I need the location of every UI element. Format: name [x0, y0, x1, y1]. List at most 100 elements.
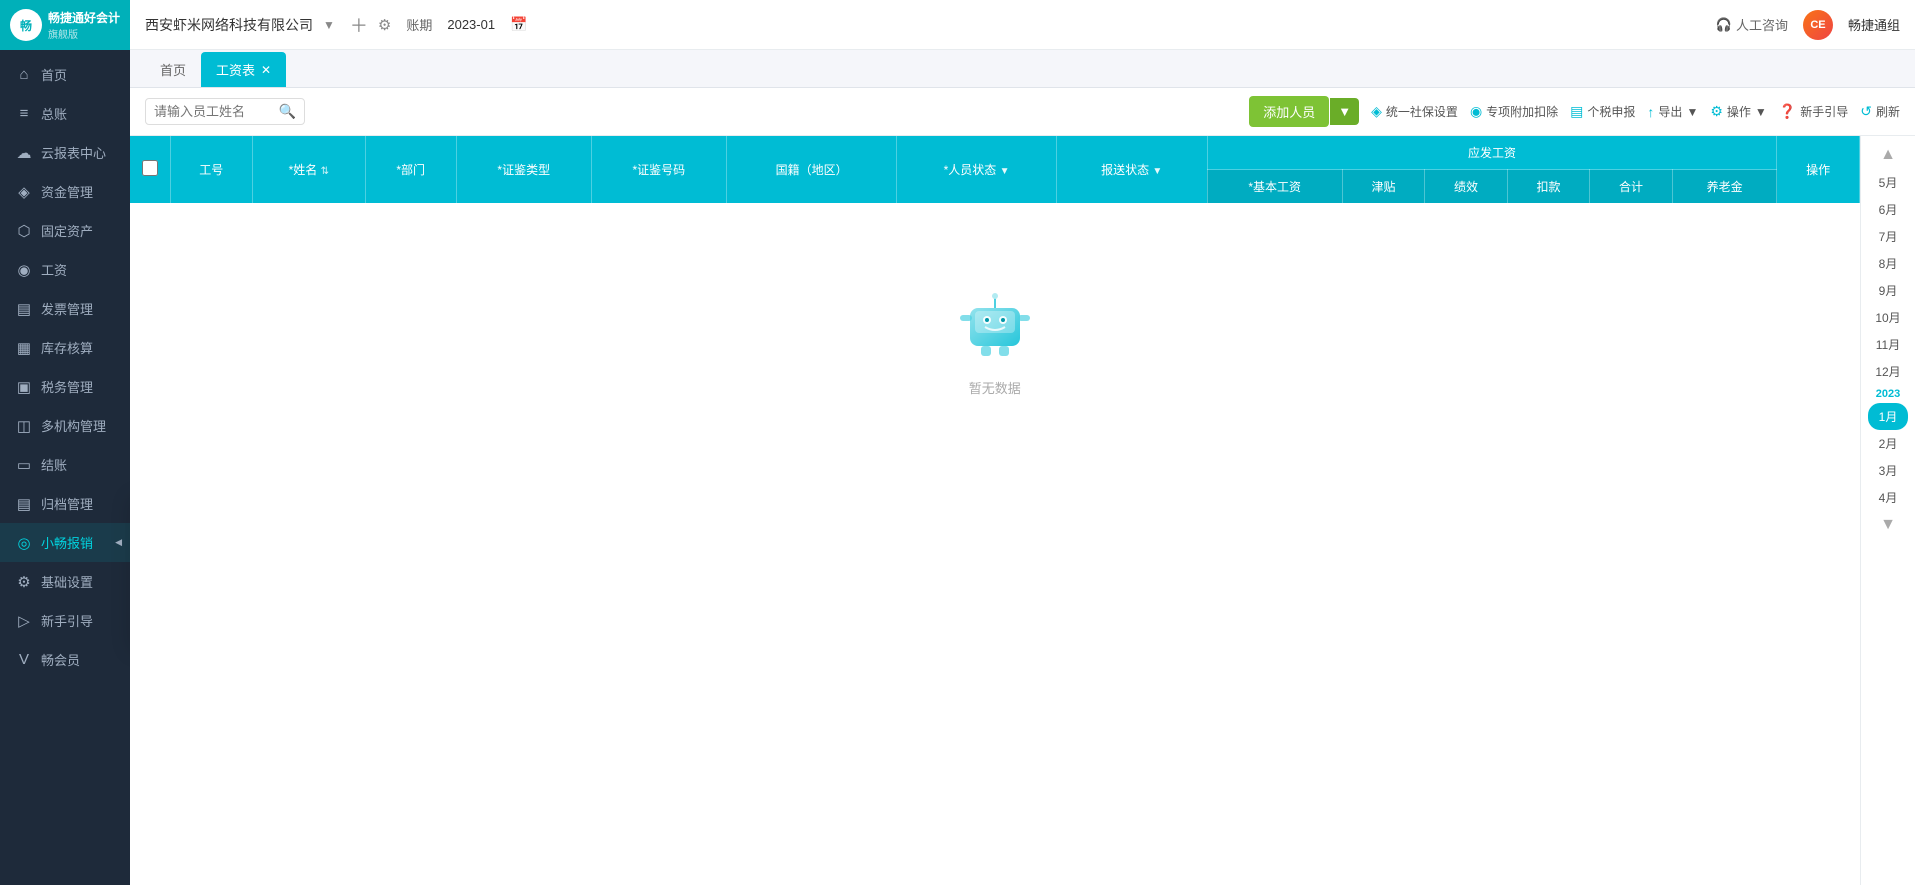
salary-table: 工号 *姓名 ⇅ *部门 *证鉴类型	[130, 136, 1860, 477]
content-area: 🔍 添加人员 ▼ ◈ 统一社保设置 ◉ 专项附加扣除 ▤	[130, 88, 1915, 885]
tab-close-icon[interactable]: ✕	[261, 63, 271, 77]
month-item-5[interactable]: 5月	[1861, 169, 1915, 196]
month-nav-down[interactable]: ▼	[1875, 511, 1901, 539]
settings-icon: ⚙	[15, 573, 33, 591]
th-person-status: *人员状态 ▼	[897, 136, 1056, 203]
sidebar-item-basic-settings[interactable]: ⚙ 基础设置	[0, 562, 130, 601]
search-box: 🔍	[145, 98, 305, 125]
operations-action[interactable]: ⚙ 操作 ▼	[1710, 103, 1766, 120]
sidebar-item-inventory[interactable]: ▦ 库存核算	[0, 328, 130, 367]
refresh-icon: ↺	[1860, 103, 1872, 120]
month-panel: ▲ 5月 6月 7月 8月 9月 10月 11月 12月 2023 1月 2月 …	[1860, 136, 1915, 885]
sidebar-item-label-archive: 归档管理	[41, 494, 93, 513]
tax-report-label: 个税申报	[1587, 103, 1635, 120]
export-action[interactable]: ↑ 导出 ▼	[1647, 103, 1698, 120]
sidebar-item-fixed-assets[interactable]: ⬡ 固定资产	[0, 211, 130, 250]
sort-icon-name[interactable]: ⇅	[321, 166, 329, 177]
add-person-label: 添加人员	[1263, 102, 1315, 121]
th-name-label: *姓名	[289, 163, 318, 177]
logo-title: 畅捷通好会计	[48, 9, 120, 26]
guide-icon: ▷	[15, 612, 33, 630]
sidebar-item-label-inventory: 库存核算	[41, 338, 93, 357]
month-item-12[interactable]: 12月	[1861, 358, 1915, 385]
th-operation: 操作	[1777, 136, 1860, 203]
add-person-group: 添加人员 ▼	[1249, 96, 1359, 127]
sidebar-item-label-fund: 资金管理	[41, 182, 93, 201]
th-base-salary-label: *基本工资	[1248, 180, 1301, 194]
sidebar-item-member[interactable]: V 畅会员	[0, 640, 130, 679]
multi-org-icon: ◫	[15, 417, 33, 435]
month-item-6[interactable]: 6月	[1861, 196, 1915, 223]
sidebar-item-label-settings: 基础设置	[41, 572, 93, 591]
deduct-icon: ◉	[1470, 103, 1482, 120]
table-wrapper: 工号 *姓名 ⇅ *部门 *证鉴类型	[130, 136, 1860, 885]
tab-home[interactable]: 首页	[145, 52, 201, 87]
th-person-status-label: *人员状态	[944, 163, 997, 177]
special-deduct-action[interactable]: ◉ 专项附加扣除	[1470, 103, 1558, 120]
tab-salary[interactable]: 工资表 ✕	[201, 52, 286, 87]
service-button[interactable]: 🎧 人工咨询	[1716, 15, 1788, 34]
sidebar-item-cloud-report[interactable]: ☁ 云报表中心	[0, 133, 130, 172]
month-item-9[interactable]: 9月	[1861, 277, 1915, 304]
th-dept: *部门	[365, 136, 456, 203]
sidebar-item-journal[interactable]: ▭ 结账	[0, 445, 130, 484]
sidebar-item-label-guide: 新手引导	[41, 611, 93, 630]
sidebar-nav: ⌂ 首页 ≡ 总账 ☁ 云报表中心 ◈ 资金管理 ⬡ 固定资产 ◉ 工资 ▤ 发…	[0, 50, 130, 885]
sidebar-item-fund[interactable]: ◈ 资金管理	[0, 172, 130, 211]
refresh-action[interactable]: ↺ 刷新	[1860, 103, 1900, 120]
month-item-10[interactable]: 10月	[1861, 304, 1915, 331]
settings-gear-icon[interactable]: ⚙	[378, 16, 391, 34]
toolbar-right: 添加人员 ▼ ◈ 统一社保设置 ◉ 专项附加扣除 ▤ 个税申报 ↑	[1249, 96, 1900, 127]
service-label: 人工咨询	[1736, 15, 1788, 34]
th-report-status: 报送状态 ▼	[1056, 136, 1207, 203]
select-all-checkbox[interactable]	[142, 160, 158, 176]
sidebar-item-tax[interactable]: ▣ 税务管理	[0, 367, 130, 406]
month-item-1-active[interactable]: 1月	[1868, 403, 1908, 430]
social-insurance-action[interactable]: ◈ 统一社保设置	[1371, 103, 1458, 120]
sidebar-item-new-guide[interactable]: ▷ 新手引导	[0, 601, 130, 640]
new-guide-action[interactable]: ❓ 新手引导	[1779, 103, 1848, 120]
sidebar-item-label-journal: 结账	[41, 455, 67, 474]
add-person-button[interactable]: 添加人员	[1249, 96, 1329, 127]
tab-salary-label: 工资表	[216, 60, 255, 79]
th-allowance: 津贴	[1342, 170, 1425, 204]
month-item-8[interactable]: 8月	[1861, 250, 1915, 277]
th-performance-label: 绩效	[1454, 180, 1478, 194]
salary-icon: ◉	[15, 261, 33, 279]
export-dropdown-icon: ▼	[1686, 105, 1698, 119]
sidebar-item-archive[interactable]: ▤ 归档管理	[0, 484, 130, 523]
th-id-no: *证鉴号码	[591, 136, 726, 203]
search-input[interactable]	[154, 104, 274, 119]
home-icon: ⌂	[15, 66, 33, 83]
month-item-2[interactable]: 2月	[1861, 430, 1915, 457]
sidebar-item-multi-org[interactable]: ◫ 多机构管理	[0, 406, 130, 445]
th-name: *姓名 ⇅	[253, 136, 366, 203]
month-year-label-2023: 2023	[1871, 385, 1905, 403]
month-item-11[interactable]: 11月	[1861, 331, 1915, 358]
sidebar-item-invoice[interactable]: ▤ 发票管理	[0, 289, 130, 328]
calendar-icon[interactable]: 📅	[510, 16, 527, 33]
add-person-dropdown-button[interactable]: ▼	[1330, 98, 1359, 125]
filter-icon-person[interactable]: ▼	[1000, 166, 1010, 177]
company-name: 西安虾米网络科技有限公司	[145, 15, 313, 35]
month-item-7[interactable]: 7月	[1861, 223, 1915, 250]
th-report-status-label: 报送状态	[1101, 163, 1149, 177]
sidebar-item-ledger[interactable]: ≡ 总账	[0, 94, 130, 133]
th-id-type-label: *证鉴类型	[497, 163, 550, 177]
company-dropdown-icon[interactable]: ▼	[323, 18, 335, 32]
month-item-4[interactable]: 4月	[1861, 484, 1915, 511]
month-item-3[interactable]: 3月	[1861, 457, 1915, 484]
th-operation-label: 操作	[1806, 163, 1830, 177]
th-allowance-label: 津贴	[1371, 180, 1395, 194]
sidebar-item-home[interactable]: ⌂ 首页	[0, 55, 130, 94]
fixed-assets-icon: ⬡	[15, 222, 33, 240]
add-company-icon[interactable]: ＋	[350, 12, 368, 38]
sidebar-item-salary[interactable]: ◉ 工资	[0, 250, 130, 289]
sidebar-item-xiao-chang[interactable]: ◎ 小畅报销 🔔 我的待办 我的待办 📊	[0, 523, 130, 562]
sidebar: 畅 畅捷通好会计 旗舰版 ⌂ 首页 ≡ 总账 ☁ 云报表中心 ◈ 资金管理 ⬡ …	[0, 0, 130, 885]
filter-icon-report[interactable]: ▼	[1152, 166, 1162, 177]
th-pension-label: 养老金	[1707, 180, 1743, 194]
month-nav-up[interactable]: ▲	[1875, 141, 1901, 169]
tax-report-action[interactable]: ▤ 个税申报	[1570, 103, 1635, 120]
empty-state-cell: 暂无数据	[130, 203, 1860, 477]
